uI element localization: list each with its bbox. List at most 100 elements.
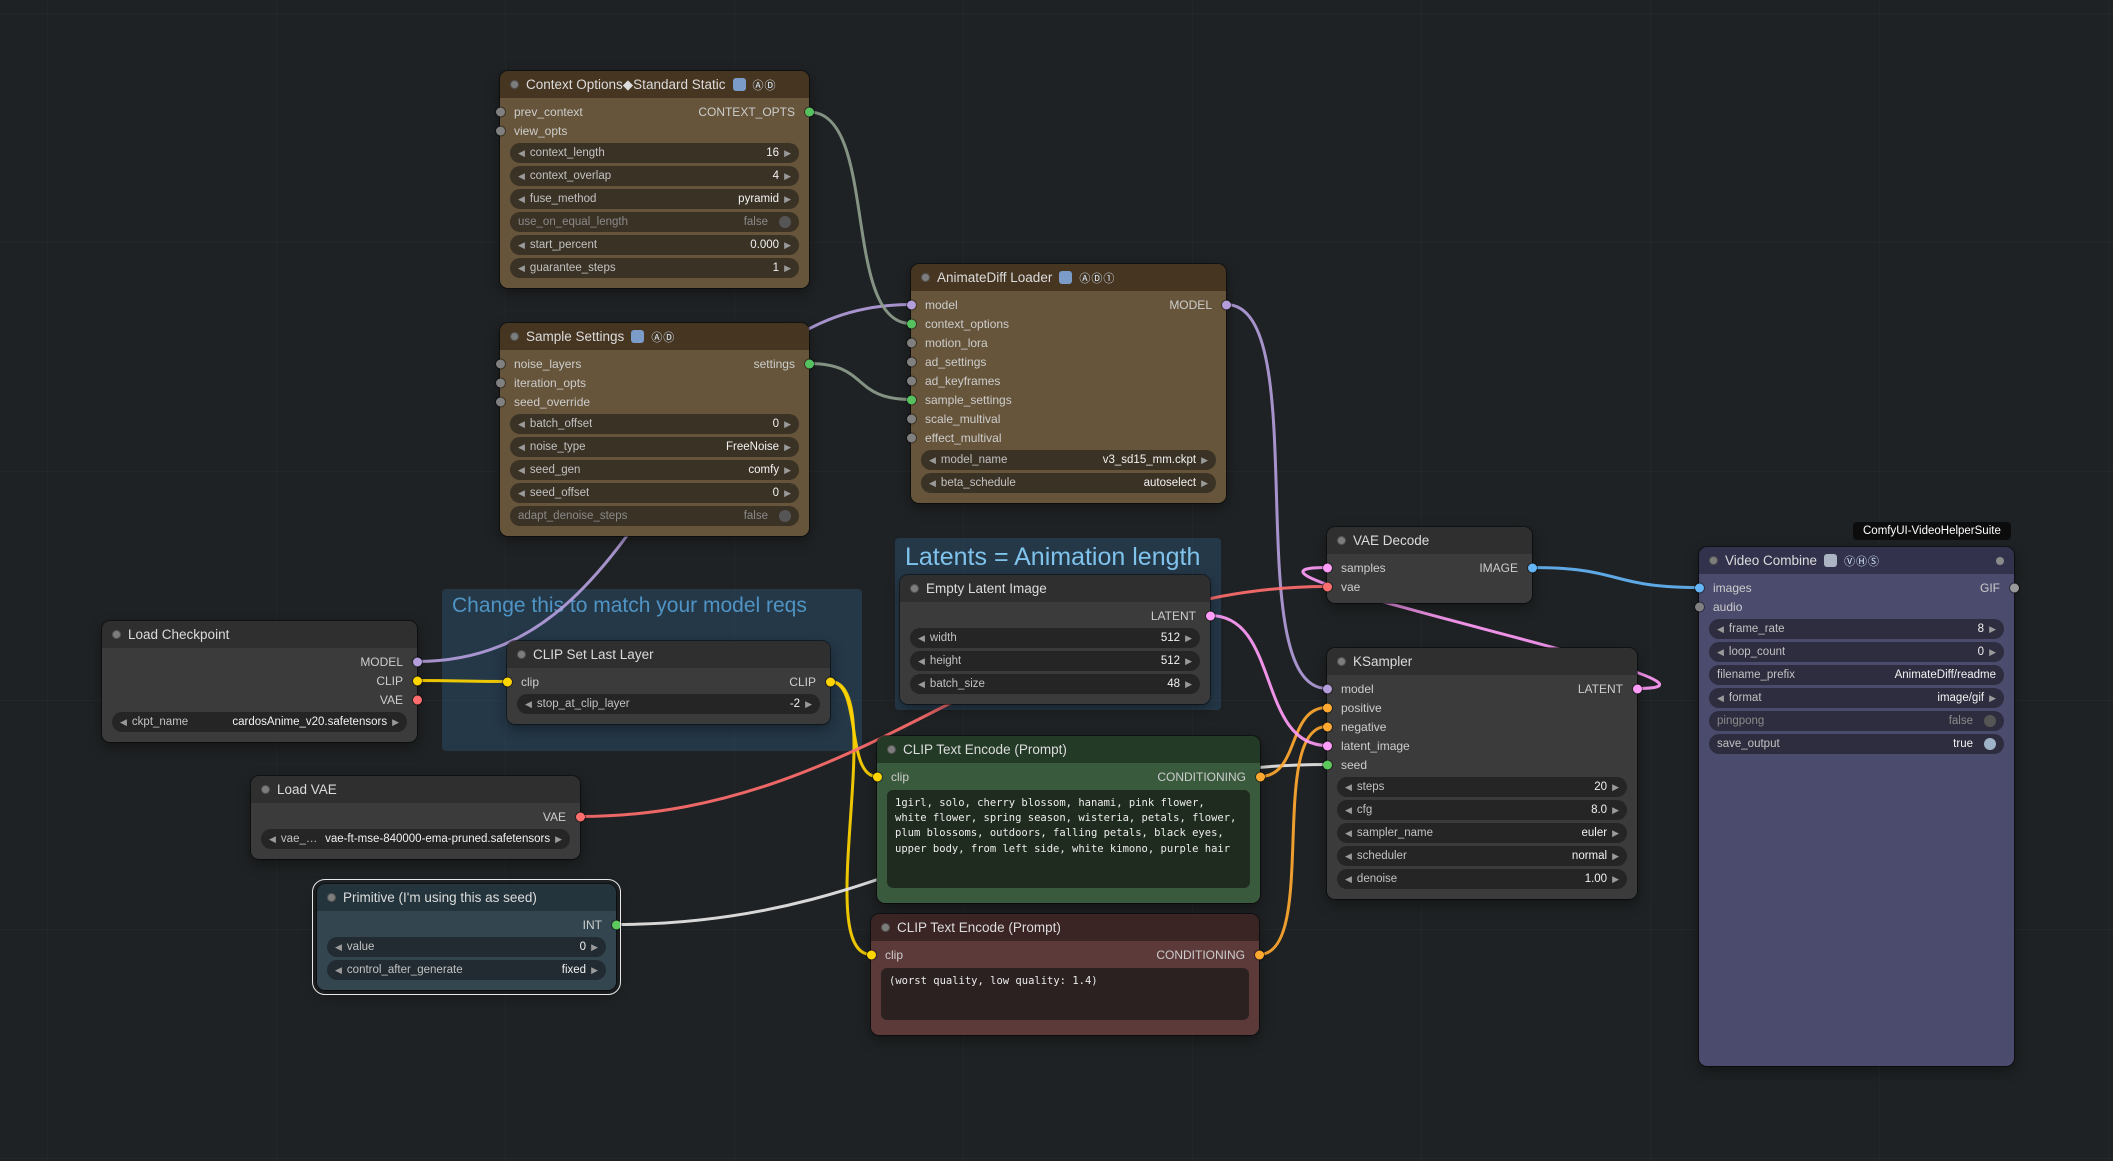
collapse-dot[interactable]	[921, 273, 930, 282]
widget-width[interactable]: ◀ width 512 ▶	[910, 628, 1200, 648]
output-slot-conditioning[interactable]	[1255, 772, 1265, 781]
decrement-icon[interactable]: ◀	[335, 942, 342, 952]
increment-icon[interactable]: ▶	[784, 488, 791, 498]
widget-model-name[interactable]: ◀ model_name v3_sd15_mm.ckpt ▶	[921, 450, 1216, 470]
toggle-knob[interactable]	[779, 510, 791, 522]
node-ksampler[interactable]: KSampler model LATENT positive negative …	[1322, 648, 1642, 899]
increment-icon[interactable]: ▶	[1185, 656, 1192, 666]
decrement-icon[interactable]: ◀	[518, 488, 525, 498]
next-option-icon[interactable]: ▶	[1201, 478, 1208, 488]
decrement-icon[interactable]: ◀	[518, 171, 525, 181]
input-slot-sample-settings[interactable]	[906, 395, 916, 404]
input-slot-view-opts[interactable]	[495, 126, 505, 135]
increment-icon[interactable]: ▶	[1989, 647, 1996, 657]
next-option-icon[interactable]: ▶	[591, 965, 598, 975]
widget-fuse-method[interactable]: ◀ fuse_method pyramid ▶	[510, 189, 799, 209]
node-options-dot[interactable]	[1996, 556, 2004, 565]
widget-sampler-name[interactable]: ◀ sampler_name euler ▶	[1337, 823, 1627, 843]
decrement-icon[interactable]: ◀	[1717, 624, 1724, 634]
input-slot-model[interactable]	[1322, 684, 1332, 693]
widget-guarantee-steps[interactable]: ◀ guarantee_steps 1 ▶	[510, 258, 799, 278]
widget-control-after-generate[interactable]: ◀ control_after_generate fixed ▶	[327, 960, 606, 980]
decrement-icon[interactable]: ◀	[1345, 805, 1352, 815]
node-title-bar[interactable]: Load Checkpoint	[102, 621, 417, 648]
collapse-dot[interactable]	[910, 584, 919, 593]
node-graph-canvas[interactable]: Change this to match your model reqs Lat…	[0, 0, 2113, 1161]
node-title-bar[interactable]: Empty Latent Image	[900, 575, 1210, 602]
prev-option-icon[interactable]: ◀	[518, 442, 525, 452]
node-vae-decode[interactable]: VAE Decode samples IMAGE vae	[1322, 527, 1537, 603]
decrement-icon[interactable]: ◀	[518, 263, 525, 273]
decrement-icon[interactable]: ◀	[918, 633, 925, 643]
next-option-icon[interactable]: ▶	[1989, 693, 1996, 703]
decrement-icon[interactable]: ◀	[518, 240, 525, 250]
input-slot-scale-multival[interactable]	[906, 414, 916, 423]
collapse-dot[interactable]	[112, 630, 121, 639]
node-title-bar[interactable]: CLIP Set Last Layer	[507, 641, 830, 668]
widget-scheduler[interactable]: ◀ scheduler normal ▶	[1337, 846, 1627, 866]
widget-value[interactable]: ◀ value 0 ▶	[327, 937, 606, 957]
node-title-bar[interactable]: Context Options◆Standard Static ⒶⒹ	[500, 71, 809, 98]
input-slot-motion-lora[interactable]	[906, 338, 916, 347]
input-slot-noise-layers[interactable]	[495, 359, 505, 368]
node-title-bar[interactable]: Load VAE	[251, 776, 580, 803]
decrement-icon[interactable]: ◀	[518, 419, 525, 429]
decrement-icon[interactable]: ◀	[1345, 874, 1352, 884]
prev-option-icon[interactable]: ◀	[518, 465, 525, 475]
collapse-dot[interactable]	[327, 893, 336, 902]
widget-noise-type[interactable]: ◀ noise_type FreeNoise ▶	[510, 437, 799, 457]
collapse-dot[interactable]	[887, 745, 896, 754]
widget-use-on-equal-length[interactable]: use_on_equal_length false	[510, 212, 799, 232]
prev-option-icon[interactable]: ◀	[1717, 693, 1724, 703]
output-slot-latent[interactable]	[1632, 684, 1642, 693]
output-slot-clip[interactable]	[412, 676, 422, 685]
collapse-dot[interactable]	[510, 332, 519, 341]
node-title-bar[interactable]: AnimateDiff Loader ⒶⒹ①	[911, 264, 1226, 291]
widget-frame-rate[interactable]: ◀ frame_rate 8 ▶	[1709, 619, 2004, 639]
prev-option-icon[interactable]: ◀	[1345, 828, 1352, 838]
node-load-checkpoint[interactable]: Load Checkpoint MODEL CLIP VAE ◀ ckpt_na…	[102, 621, 422, 742]
input-slot-effect-multival[interactable]	[906, 433, 916, 442]
input-slot-ad-keyframes[interactable]	[906, 376, 916, 385]
input-slot-vae[interactable]	[1322, 582, 1332, 591]
input-slot-iteration-opts[interactable]	[495, 378, 505, 387]
output-slot-context-opts[interactable]	[804, 107, 814, 116]
node-context-options[interactable]: Context Options◆Standard Static ⒶⒹ prev_…	[495, 71, 814, 288]
widget-beta-schedule[interactable]: ◀ beta_schedule autoselect ▶	[921, 473, 1216, 493]
output-slot-vae[interactable]	[412, 695, 422, 704]
decrement-icon[interactable]: ◀	[1717, 647, 1724, 657]
prev-option-icon[interactable]: ◀	[1345, 851, 1352, 861]
node-clip-text-encode-negative[interactable]: CLIP Text Encode (Prompt) clip CONDITION…	[866, 914, 1264, 1035]
group-title[interactable]: Latents = Animation length	[895, 538, 1221, 577]
output-slot-settings[interactable]	[804, 359, 814, 368]
prev-option-icon[interactable]: ◀	[929, 455, 936, 465]
input-slot-negative[interactable]	[1322, 722, 1332, 731]
node-animatediff-loader[interactable]: AnimateDiff Loader ⒶⒹ① model MODEL conte…	[906, 264, 1231, 503]
toggle-knob[interactable]	[1984, 715, 1996, 727]
node-empty-latent-image[interactable]: Empty Latent Image LATENT ◀ width 512 ▶ …	[900, 575, 1215, 704]
group-title[interactable]: Change this to match your model reqs	[442, 589, 862, 623]
decrement-icon[interactable]: ◀	[1345, 782, 1352, 792]
decrement-icon[interactable]: ◀	[518, 148, 525, 158]
collapse-dot[interactable]	[261, 785, 270, 794]
widget-vae-name[interactable]: ◀ vae_name vae-ft-mse-840000-ema-pruned.…	[261, 829, 570, 849]
increment-icon[interactable]: ▶	[784, 419, 791, 429]
increment-icon[interactable]: ▶	[1612, 782, 1619, 792]
output-slot-model[interactable]	[412, 657, 422, 666]
input-slot-audio[interactable]	[1694, 602, 1704, 611]
decrement-icon[interactable]: ◀	[918, 656, 925, 666]
collapse-dot[interactable]	[517, 650, 526, 659]
collapse-dot[interactable]	[1709, 556, 1718, 565]
increment-icon[interactable]: ▶	[805, 699, 812, 709]
widget-filename-prefix[interactable]: filename_prefix AnimateDiff/readme	[1709, 665, 2004, 685]
node-primitive-seed[interactable]: Primitive (I'm using this as seed) INT ◀…	[312, 879, 621, 995]
input-slot-prev-context[interactable]	[495, 107, 505, 116]
next-option-icon[interactable]: ▶	[784, 194, 791, 204]
node-video-combine[interactable]: Video Combine ⓋⒽⓈ images GIF audio ◀ fra…	[1694, 547, 2019, 1066]
input-slot-seed[interactable]	[1322, 760, 1332, 769]
widget-adapt-denoise-steps[interactable]: adapt_denoise_steps false	[510, 506, 799, 526]
output-slot-latent[interactable]	[1205, 611, 1215, 620]
negative-prompt-textarea[interactable]: (worst quality, low quality: 1.4)	[881, 968, 1249, 1020]
next-option-icon[interactable]: ▶	[392, 717, 399, 727]
input-slot-model[interactable]	[906, 300, 916, 309]
